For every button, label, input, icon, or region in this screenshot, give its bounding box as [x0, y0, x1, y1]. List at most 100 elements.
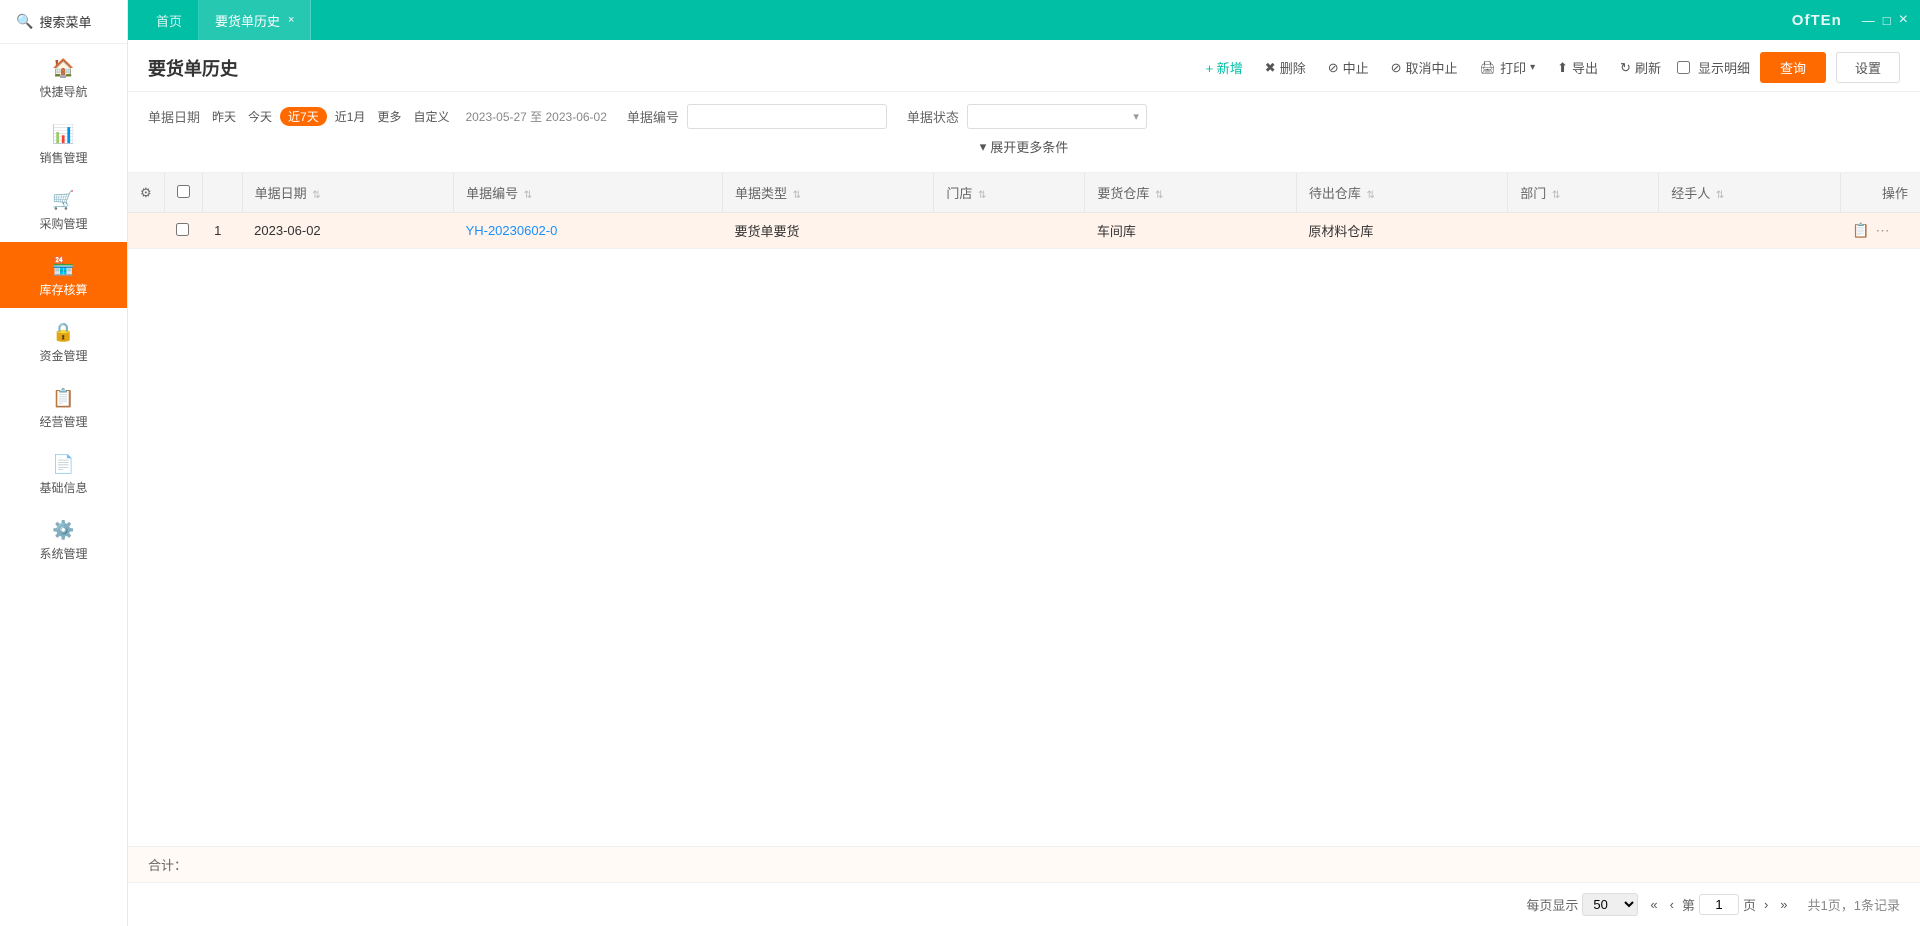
row-doc-date: 2023-06-02 — [242, 213, 453, 249]
sidebar-item-quick-nav[interactable]: 🏠 快捷导航 — [0, 44, 127, 110]
row-pending-warehouse: 原材料仓库 — [1296, 213, 1507, 249]
doc-no-filter-label: 单据编号 — [627, 107, 679, 126]
shortcut-1month[interactable]: 近1月 — [331, 107, 370, 126]
per-page-label: 每页显示 — [1526, 895, 1578, 914]
expand-conditions-btn[interactable]: ▾ 展开更多条件 — [980, 137, 1069, 156]
print-dropdown-icon: ▾ — [1530, 62, 1535, 73]
table-row: 1 2023-06-02 YH-20230602-0 要货单要货 — [128, 213, 1920, 249]
row-delete-icon[interactable]: ⋯ — [1875, 222, 1889, 239]
date-shortcuts: 昨天 今天 近7天 近1月 更多 自定义 — [208, 107, 453, 126]
tab-active-label: 要货单历史 — [215, 11, 280, 30]
display-detail-checkbox[interactable]: 显示明细 — [1677, 58, 1750, 77]
page-nav: « ‹ 第 页 › » — [1646, 894, 1791, 915]
doc-no-link[interactable]: YH-20230602-0 — [466, 223, 558, 238]
query-button[interactable]: 查询 — [1760, 52, 1826, 83]
sidebar-item-operation[interactable]: 📋 经营管理 — [0, 374, 127, 440]
topbar: 首页 要货单历史 × OfTEn — □ × — [128, 0, 1920, 40]
toolbar: + 新增 ✖ 删除 ⊘ 中止 ⊘ 取消中止 🖨 打印 ▾ — [1200, 52, 1900, 83]
col-checkbox — [164, 173, 202, 213]
prev-page-btn[interactable]: ‹ — [1666, 895, 1678, 914]
print-button[interactable]: 🖨 打印 ▾ — [1474, 54, 1542, 81]
sort-icon-department: ⇅ — [1552, 190, 1560, 201]
window-minimize-btn[interactable]: — — [1862, 13, 1875, 28]
sidebar-search-label: 搜索菜单 — [39, 12, 91, 31]
sidebar-item-system[interactable]: ⚙️ 系统管理 — [0, 506, 127, 572]
delete-button[interactable]: ✖ 删除 — [1259, 54, 1312, 81]
tab-active[interactable]: 要货单历史 × — [199, 0, 311, 40]
export-button[interactable]: ⬆ 导出 — [1551, 54, 1604, 81]
tab-close-icon[interactable]: × — [288, 14, 294, 26]
tab-home[interactable]: 首页 — [140, 0, 199, 40]
page-info: 共1页，1条记录 — [1808, 895, 1900, 914]
window-close-btn[interactable]: × — [1899, 11, 1908, 29]
doc-no-input[interactable] — [687, 104, 887, 129]
sidebar-item-purchase[interactable]: 🛒 采购管理 — [0, 176, 127, 242]
doc-status-select-wrapper: ▾ — [967, 104, 1147, 129]
shortcut-yesterday[interactable]: 昨天 — [208, 107, 240, 126]
finance-icon: 🔒 — [52, 322, 74, 343]
topbar-right: OfTEn — □ × — [1792, 11, 1908, 29]
cancel-stop-button[interactable]: ⊘ 取消中止 — [1385, 54, 1464, 81]
shortcut-custom[interactable]: 自定义 — [409, 107, 453, 126]
stop-icon: ⊘ — [1328, 60, 1339, 76]
window-maximize-btn[interactable]: □ — [1883, 13, 1891, 28]
sidebar-sales-label: 销售管理 — [39, 149, 87, 166]
table-footer: 合计： — [128, 846, 1920, 882]
stop-btn-label: 中止 — [1343, 58, 1369, 77]
per-page-select[interactable]: 50 20 100 — [1582, 893, 1638, 916]
last-page-btn[interactable]: » — [1776, 895, 1791, 914]
query-btn-label: 查询 — [1780, 61, 1806, 76]
first-page-btn[interactable]: « — [1646, 895, 1661, 914]
delete-btn-label: 删除 — [1280, 58, 1306, 77]
refresh-button[interactable]: ↻ 刷新 — [1614, 54, 1667, 81]
sidebar-item-base-info[interactable]: 📄 基础信息 — [0, 440, 127, 506]
purchase-icon: 🛒 — [52, 190, 74, 211]
export-btn-label: 导出 — [1572, 58, 1598, 77]
sort-icon-date: ⇅ — [312, 190, 320, 201]
new-button[interactable]: + 新增 — [1200, 54, 1249, 81]
brand-name: OfTEn — [1792, 12, 1842, 29]
pagination-bar: 每页显示 50 20 100 « ‹ 第 页 › » 共1页，1条记录 — [128, 882, 1920, 926]
next-page-btn[interactable]: › — [1760, 895, 1772, 914]
col-handler: 经手人 ⇅ — [1659, 173, 1840, 213]
col-index — [202, 173, 242, 213]
refresh-btn-label: 刷新 — [1635, 58, 1661, 77]
table-header-row: ⚙ 单据日期 ⇅ 单据编号 ⇅ — [128, 173, 1920, 213]
col-settings[interactable]: ⚙ — [128, 173, 164, 213]
sort-icon-handler: ⇅ — [1716, 190, 1724, 201]
select-all-checkbox[interactable] — [177, 185, 190, 198]
col-pending-warehouse: 待出仓库 ⇅ — [1296, 173, 1507, 213]
row-checkbox — [164, 213, 202, 249]
display-detail-check[interactable] — [1677, 61, 1690, 74]
row-action-icons: 📋 ⋯ — [1852, 222, 1908, 239]
col-doc-type: 单据类型 ⇅ — [722, 173, 933, 213]
search-icon: 🔍 — [16, 13, 33, 30]
sort-icon-doc-no: ⇅ — [524, 190, 532, 201]
row-doc-no: YH-20230602-0 — [454, 213, 723, 249]
page-number-input[interactable] — [1699, 894, 1739, 915]
tab-home-label: 首页 — [156, 11, 182, 30]
sidebar-item-sales[interactable]: 📊 销售管理 — [0, 110, 127, 176]
sort-icon-req-warehouse: ⇅ — [1155, 190, 1163, 201]
setting-button[interactable]: 设置 — [1836, 52, 1900, 83]
sidebar-item-finance[interactable]: 🔒 资金管理 — [0, 308, 127, 374]
sidebar-item-inventory[interactable]: 🏪 库存核算 — [0, 242, 127, 308]
refresh-icon: ↻ — [1620, 60, 1631, 76]
sidebar-operation-label: 经营管理 — [39, 413, 87, 430]
sidebar-search[interactable]: 🔍 搜索菜单 — [0, 0, 127, 44]
filter-group-date: 单据日期 昨天 今天 近7天 近1月 更多 自定义 2023-05-27 至 2… — [148, 107, 607, 126]
row-select-checkbox[interactable] — [176, 223, 189, 236]
row-edit-icon[interactable]: 📋 — [1852, 222, 1869, 239]
data-table: ⚙ 单据日期 ⇅ 单据编号 ⇅ — [128, 173, 1920, 249]
content-area: 要货单历史 + 新增 ✖ 删除 ⊘ 中止 ⊘ 取消中止 🖨 — [128, 40, 1920, 926]
sort-icon-doc-type: ⇅ — [793, 190, 801, 201]
shortcut-today[interactable]: 今天 — [244, 107, 276, 126]
stop-button[interactable]: ⊘ 中止 — [1322, 54, 1375, 81]
setting-btn-label: 设置 — [1855, 61, 1881, 76]
row-doc-type: 要货单要货 — [722, 213, 933, 249]
cancel-stop-icon: ⊘ — [1391, 60, 1402, 76]
doc-status-select[interactable] — [967, 104, 1147, 129]
sidebar-finance-label: 资金管理 — [39, 347, 87, 364]
shortcut-more[interactable]: 更多 — [373, 107, 405, 126]
shortcut-7days[interactable]: 近7天 — [280, 107, 327, 126]
